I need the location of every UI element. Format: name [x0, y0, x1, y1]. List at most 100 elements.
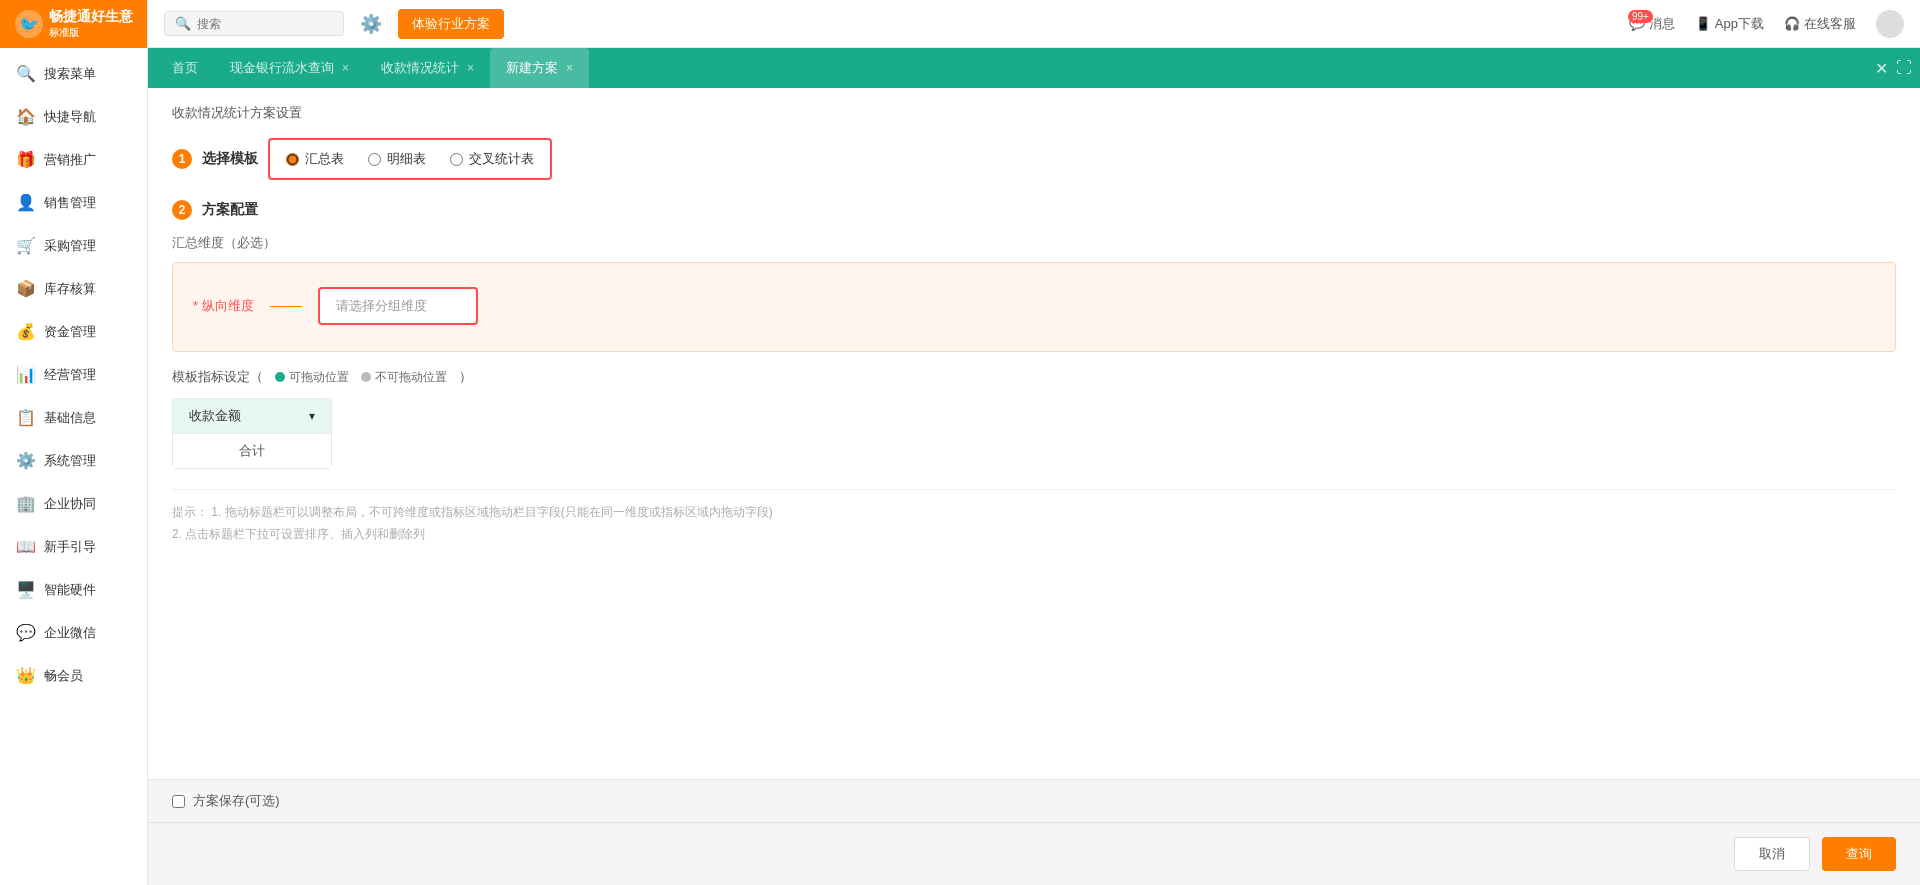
indicator-section: 模板指标设定（ 可拖动位置 不可拖动位置 ） [172, 368, 1896, 469]
step1-header: 1 选择模板 汇总表 明细表 交叉统计表 [172, 138, 1896, 180]
arrow-icon: —— [270, 297, 302, 315]
industry-btn[interactable]: 体验行业方案 [398, 9, 504, 39]
footer-section: 方案保存(可选) [148, 779, 1920, 822]
table-header[interactable]: 收款金额 ▾ [173, 399, 331, 434]
logo-badge: 标准版 [49, 26, 133, 40]
service-item[interactable]: 🎧 在线客服 [1784, 15, 1856, 33]
sidebar-item-label: 畅会员 [44, 667, 83, 685]
save-checkbox[interactable] [172, 795, 185, 808]
topbar-right: 💬 99+ 消息 📱 App下载 🎧 在线客服 [1629, 10, 1904, 38]
sidebar-item-label: 企业微信 [44, 624, 96, 642]
sidebar-item-member[interactable]: 👑 畅会员 [0, 654, 147, 697]
option-cross[interactable]: 交叉统计表 [450, 150, 534, 168]
topbar: 🔍 ⚙️ 体验行业方案 💬 99+ 消息 📱 App下载 🎧 在线客服 [148, 0, 1920, 48]
search-box[interactable]: 🔍 [164, 11, 344, 36]
draggable-badge: 可拖动位置 [275, 369, 349, 386]
action-bar: 取消 查询 [148, 822, 1920, 885]
sidebar-item-label: 快捷导航 [44, 108, 96, 126]
radio-detail[interactable] [368, 153, 381, 166]
tab-bank-close[interactable]: × [342, 61, 349, 75]
search-input[interactable] [197, 17, 317, 31]
tab-new-close[interactable]: × [566, 61, 573, 75]
sidebar-item-label: 新手引导 [44, 538, 96, 556]
sidebar-item-sales[interactable]: 👤 销售管理 [0, 181, 147, 224]
option-cross-label: 交叉统计表 [469, 150, 534, 168]
sidebar-item-hardware[interactable]: 🖥️ 智能硬件 [0, 568, 147, 611]
sidebar-item-marketing[interactable]: 🎁 营销推广 [0, 138, 147, 181]
tab-close-all-icon[interactable]: ✕ [1875, 59, 1888, 78]
download-item[interactable]: 📱 App下载 [1695, 15, 1764, 33]
table-header-label: 收款金额 [189, 407, 241, 425]
sidebar-item-quicknav[interactable]: 🏠 快捷导航 [0, 95, 147, 138]
step1-num: 1 [172, 149, 192, 169]
tab-bank[interactable]: 现金银行流水查询 × [214, 48, 365, 88]
dimension-area: * 纵向维度 —— 请选择分组维度 [172, 262, 1896, 352]
dimension-row: * 纵向维度 —— 请选择分组维度 [193, 287, 1875, 325]
dimension-selector[interactable]: 请选择分组维度 [318, 287, 478, 325]
template-options: 汇总表 明细表 交叉统计表 [268, 138, 552, 180]
no-drag-badge: 不可拖动位置 [361, 369, 447, 386]
option-summary[interactable]: 汇总表 [286, 150, 344, 168]
step2-header: 2 方案配置 [172, 200, 1896, 220]
box-icon: 📦 [16, 279, 36, 298]
tab-expand-icon[interactable]: ⛶ [1896, 59, 1912, 78]
crown-icon: 👑 [16, 666, 36, 685]
tab-receipt-label: 收款情况统计 [381, 59, 459, 77]
radio-summary[interactable] [286, 153, 299, 166]
monitor-icon: 🖥️ [16, 580, 36, 599]
drag-label: 可拖动位置 [289, 369, 349, 386]
money-icon: 💰 [16, 322, 36, 341]
sidebar-item-label: 搜索菜单 [44, 65, 96, 83]
tab-bar: 首页 现金银行流水查询 × 收款情况统计 × 新建方案 × ✕ ⛶ [148, 48, 1920, 88]
tab-new-label: 新建方案 [506, 59, 558, 77]
page-title: 收款情况统计方案设置 [172, 104, 1896, 122]
tabs-actions: ✕ ⛶ [1875, 59, 1912, 78]
sidebar-item-label: 资金管理 [44, 323, 96, 341]
sidebar-item-operation[interactable]: 📊 经营管理 [0, 353, 147, 396]
option-detail[interactable]: 明细表 [368, 150, 426, 168]
indicator-table: 收款金额 ▾ 合计 [172, 398, 332, 469]
user-avatar[interactable] [1876, 10, 1904, 38]
tab-receipt[interactable]: 收款情况统计 × [365, 48, 490, 88]
indicator-header: 模板指标设定（ 可拖动位置 不可拖动位置 ） [172, 368, 1896, 386]
sidebar-item-search[interactable]: 🔍 搜索菜单 [0, 52, 147, 95]
query-button[interactable]: 查询 [1822, 837, 1896, 871]
option-summary-label: 汇总表 [305, 150, 344, 168]
sidebar-item-label: 营销推广 [44, 151, 96, 169]
gift-icon: 🎁 [16, 150, 36, 169]
sidebar-item-system[interactable]: ⚙️ 系统管理 [0, 439, 147, 482]
settings-icon[interactable]: ⚙️ [360, 13, 382, 35]
message-badge: 99+ [1628, 10, 1653, 23]
sidebar-item-label: 库存核算 [44, 280, 96, 298]
sidebar-item-label: 采购管理 [44, 237, 96, 255]
no-drag-label: 不可拖动位置 [375, 369, 447, 386]
tab-home[interactable]: 首页 [156, 48, 214, 88]
vertical-dimension-label: * 纵向维度 [193, 297, 254, 315]
sidebar-item-label: 企业协同 [44, 495, 96, 513]
tab-receipt-close[interactable]: × [467, 61, 474, 75]
gear-icon: ⚙️ [16, 451, 36, 470]
sidebar-item-enterprise[interactable]: 🏢 企业协同 [0, 482, 147, 525]
drag-dot-gray [361, 372, 371, 382]
sidebar-item-wechat[interactable]: 💬 企业微信 [0, 611, 147, 654]
drag-dot-green [275, 372, 285, 382]
list-icon: 📋 [16, 408, 36, 427]
tab-new[interactable]: 新建方案 × [490, 48, 589, 88]
message-item[interactable]: 💬 99+ 消息 [1629, 15, 1675, 33]
sidebar-item-basic[interactable]: 📋 基础信息 [0, 396, 147, 439]
cancel-button[interactable]: 取消 [1734, 837, 1810, 871]
radio-cross[interactable] [450, 153, 463, 166]
sidebar-item-finance[interactable]: 💰 资金管理 [0, 310, 147, 353]
sidebar-item-label: 智能硬件 [44, 581, 96, 599]
sidebar-item-inventory[interactable]: 📦 库存核算 [0, 267, 147, 310]
sidebar-item-purchase[interactable]: 🛒 采购管理 [0, 224, 147, 267]
sidebar-item-newbie[interactable]: 📖 新手引导 [0, 525, 147, 568]
tab-bank-label: 现金银行流水查询 [230, 59, 334, 77]
sidebar-item-label: 基础信息 [44, 409, 96, 427]
sidebar-item-label: 系统管理 [44, 452, 96, 470]
cart-icon: 🛒 [16, 236, 36, 255]
tips-section: 提示： 1. 拖动标题栏可以调整布局，不可跨维度或指标区域拖动栏目字段(只能在同… [172, 489, 1896, 557]
option-detail-label: 明细表 [387, 150, 426, 168]
dimension-title: 汇总维度（必选） [172, 234, 1896, 252]
main-area: 🔍 ⚙️ 体验行业方案 💬 99+ 消息 📱 App下载 🎧 在线客服 [148, 0, 1920, 885]
